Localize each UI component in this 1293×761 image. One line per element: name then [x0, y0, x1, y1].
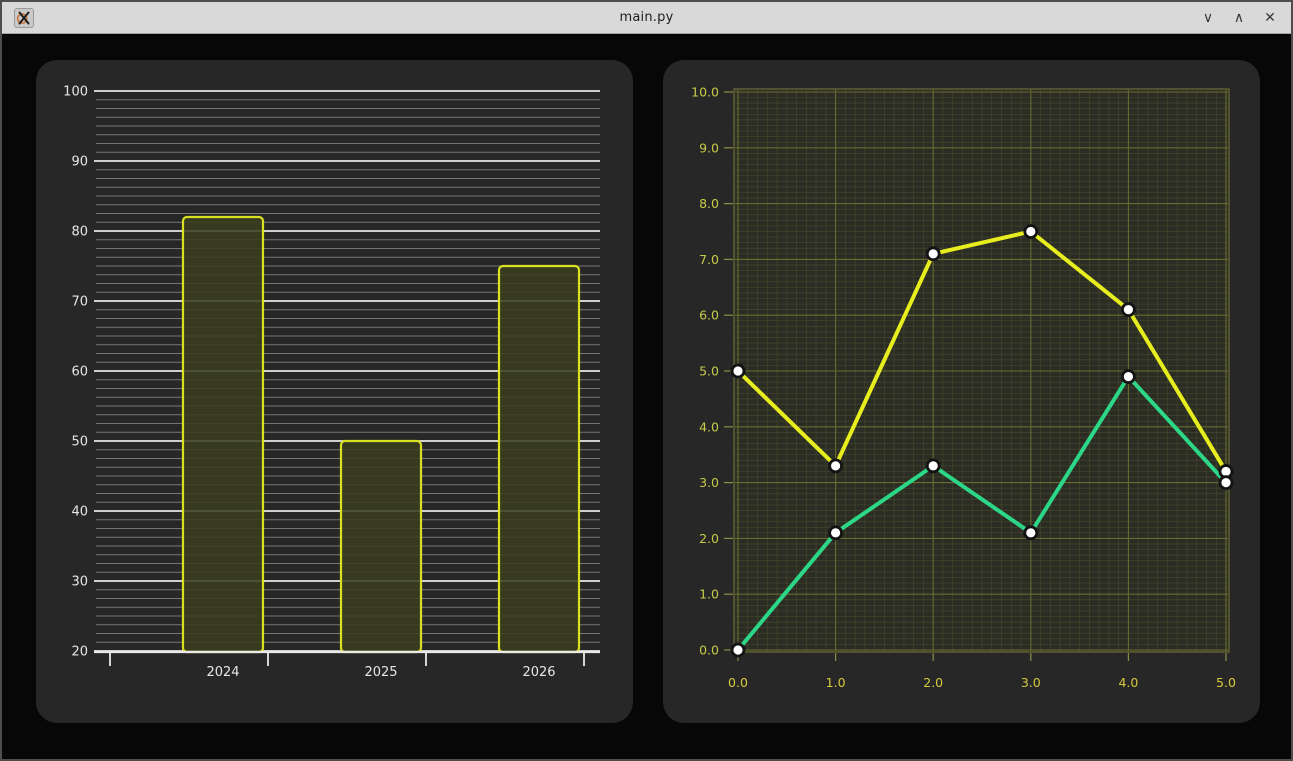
y-tick-label: 2.0 [699, 531, 719, 546]
y-tick-label: 30 [71, 575, 88, 590]
y-tick-label: 3.0 [699, 475, 719, 490]
bars-group [181, 215, 581, 654]
bar-chart-panel: 20 30 40 50 60 70 80 90 100 2024 2025 2026 [36, 60, 633, 723]
x-tick-label: 2.0 [923, 675, 943, 690]
x-tick-label: 2026 [522, 665, 555, 680]
y-tick-label: 60 [71, 365, 88, 380]
y-tick-label: 1.0 [699, 587, 719, 602]
data-point [1120, 302, 1136, 318]
data-point [730, 642, 746, 658]
y-tick-label: 5.0 [699, 364, 719, 379]
y-tick-label: 50 [71, 435, 88, 450]
bar-2025 [339, 439, 423, 654]
x11-app-icon [16, 11, 30, 25]
maximize-button[interactable]: ∧ [1228, 7, 1250, 29]
data-point [1023, 224, 1039, 239]
x-tick-label: 2024 [206, 665, 239, 680]
y-tick-label: 9.0 [699, 140, 719, 155]
data-point [730, 363, 746, 379]
data-point [1218, 475, 1234, 491]
window-menu-button[interactable] [14, 8, 34, 28]
y-tick-label: 7.0 [699, 252, 719, 267]
title-bar: main.py ∨ ∧ ✕ [2, 2, 1291, 34]
data-point [1023, 525, 1039, 541]
y-tick-labels: 0.0 1.0 2.0 3.0 4.0 5.0 6.0 7.0 8.0 9.0 10.0 [691, 85, 719, 658]
y-tick-label: 20 [71, 645, 88, 660]
x-tick-labels: 2024 2025 2026 [206, 665, 555, 680]
app-window: main.py ∨ ∧ ✕ 20 30 40 50 60 70 80 90 100 2024 202… [0, 0, 1293, 761]
x-tick-label: 3.0 [1021, 675, 1041, 690]
line-chart: 0.0 1.0 2.0 3.0 4.0 5.0 0.0 1.0 2.0 3.0 4.0 5.0 6.0 7… [691, 85, 1236, 691]
y-tick-labels: 20 30 40 50 60 70 80 90 100 [63, 85, 88, 660]
y-tick-label: 4.0 [699, 419, 719, 434]
data-point [828, 525, 844, 541]
data-point [925, 246, 941, 262]
y-tick-label: 100 [63, 85, 88, 100]
data-point [828, 458, 844, 474]
window-title: main.py [619, 10, 674, 25]
y-tick-label: 80 [71, 225, 88, 240]
close-button[interactable]: ✕ [1259, 7, 1281, 29]
x-tick-label: 5.0 [1216, 675, 1236, 690]
x-axis [94, 650, 600, 666]
x-tick-label: 1.0 [826, 675, 846, 690]
y-tick-label: 6.0 [699, 308, 719, 323]
y-tick-label: 90 [71, 155, 88, 170]
x-tick-label: 2025 [364, 665, 397, 680]
x-tick-label: 0.0 [728, 675, 748, 690]
line-chart-panel: 0.0 1.0 2.0 3.0 4.0 5.0 0.0 1.0 2.0 3.0 4.0 5.0 6.0 7… [663, 60, 1260, 723]
y-tick-label: 70 [71, 295, 88, 310]
y-tick-label: 0.0 [699, 643, 719, 658]
x-tick-labels: 0.0 1.0 2.0 3.0 4.0 5.0 [728, 675, 1236, 690]
data-point [925, 458, 941, 474]
y-tick-label: 10.0 [691, 85, 719, 100]
x-tick-label: 4.0 [1118, 675, 1138, 690]
bar-2024 [181, 215, 265, 654]
main-content: 20 30 40 50 60 70 80 90 100 2024 2025 2026 0.0 1.0 2.… [2, 35, 1291, 759]
data-point [1120, 369, 1136, 384]
window-controls: ∨ ∧ ✕ [1197, 2, 1281, 34]
bar-chart: 20 30 40 50 60 70 80 90 100 2024 2025 2026 [63, 85, 600, 680]
y-tick-label: 40 [71, 505, 88, 520]
y-tick-label: 8.0 [699, 196, 719, 211]
bar-2026 [497, 264, 581, 654]
minimize-button[interactable]: ∨ [1197, 7, 1219, 29]
